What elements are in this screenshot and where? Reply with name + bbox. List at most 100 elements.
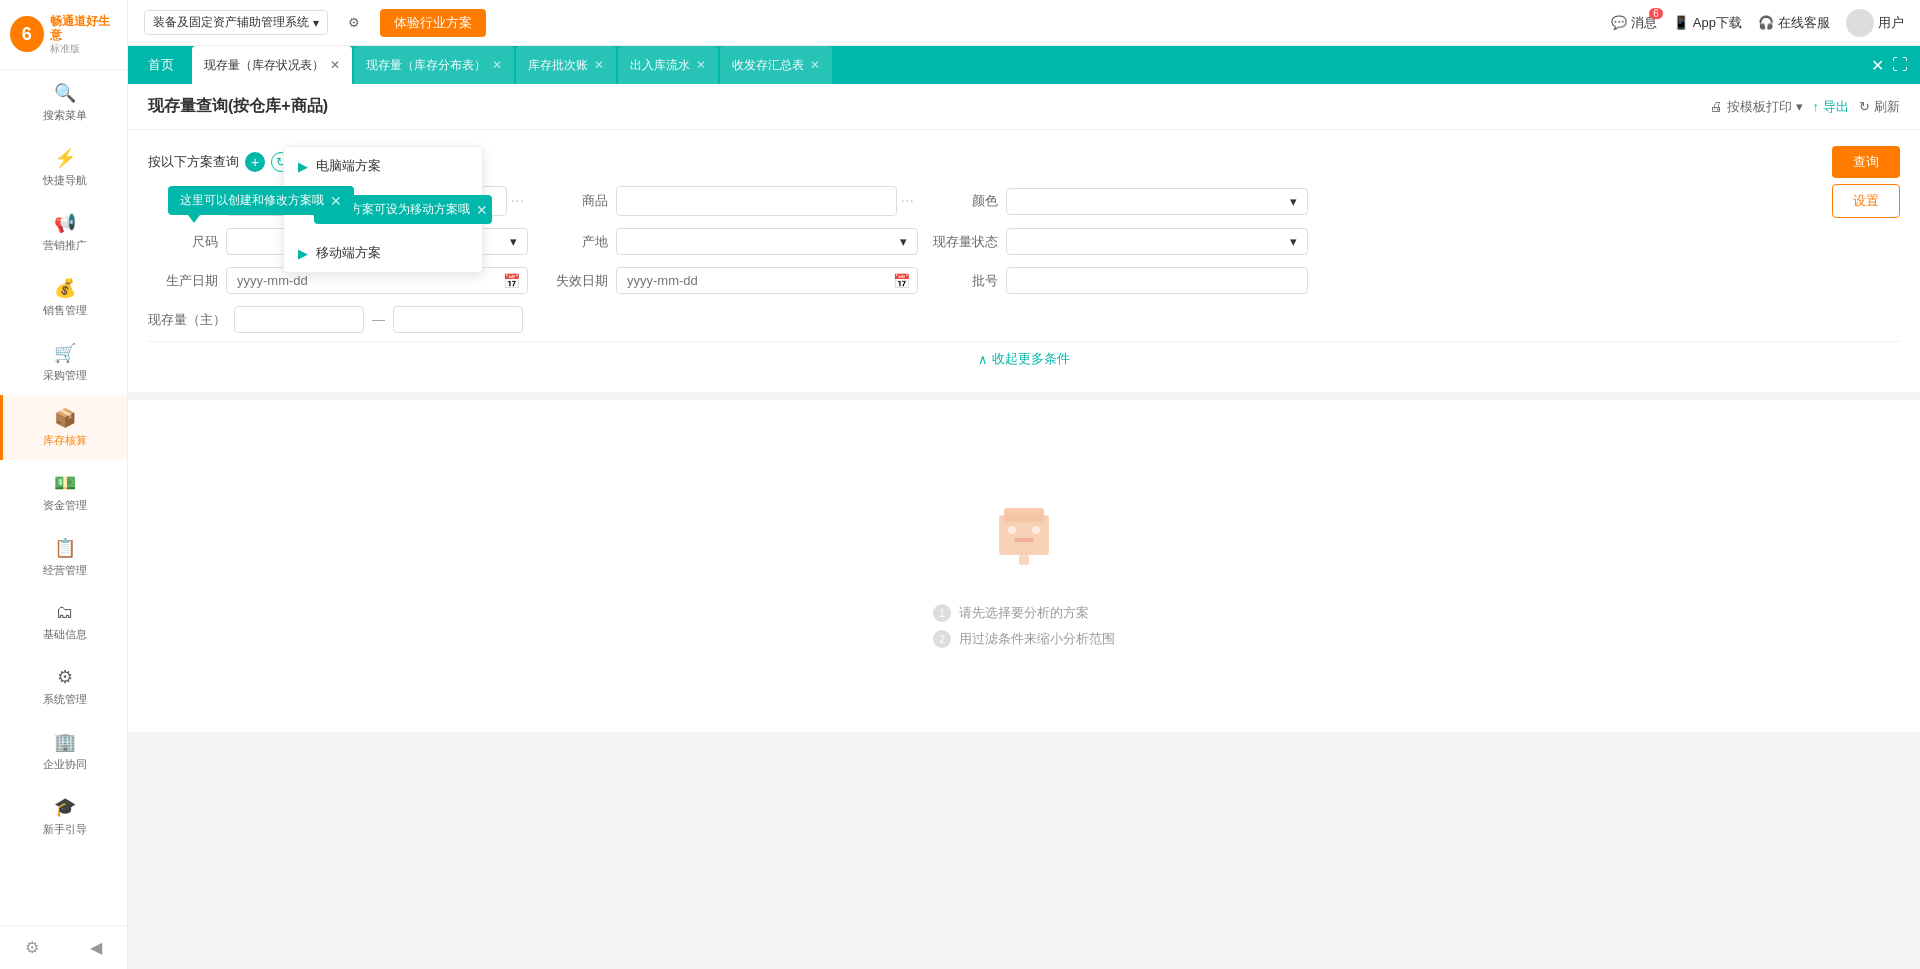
sidebar-label-enterprise: 企业协同: [43, 757, 87, 772]
online-service-area[interactable]: 🎧 在线客服: [1758, 14, 1830, 32]
tab-collect-summary[interactable]: 收发存汇总表 ✕: [720, 46, 832, 84]
empty-tip-1: 请先选择要分析的方案: [959, 600, 1089, 626]
sidebar-item-quicknav[interactable]: ⚡ 快捷导航: [0, 135, 127, 200]
expiry-date-input[interactable]: [616, 267, 918, 294]
sidebar-item-operations[interactable]: 📋 经营管理: [0, 525, 127, 590]
field-stock-status: 现存量状态 ▾: [928, 228, 1308, 255]
scheme-desktop-label: 电脑端方案: [316, 157, 381, 175]
tab-inventory-dist[interactable]: 现存量（库存分布表） ✕: [354, 46, 514, 84]
settings-button[interactable]: ⚙: [340, 9, 368, 37]
header-right: 💬 消息 6 📱 App下载 🎧 在线客服 用户: [1611, 9, 1904, 37]
production-date-label: 生产日期: [148, 272, 218, 290]
tab-label-inventory-status: 现存量（库存状况表）: [204, 57, 324, 74]
stock-status-select[interactable]: ▾: [1006, 228, 1308, 255]
field-origin: 产地 ▾: [538, 228, 918, 255]
user-area[interactable]: 用户: [1846, 9, 1904, 37]
warehouse-more-icon[interactable]: ···: [507, 192, 528, 210]
export-button[interactable]: ↑ 导出: [1813, 98, 1850, 116]
collapse-sidebar-btn[interactable]: ◀: [90, 938, 102, 957]
system-selector[interactable]: 装备及固定资产辅助管理系统 ▾: [144, 10, 328, 35]
settings-bottom-btn[interactable]: ⚙: [25, 938, 39, 957]
sidebar-label-inventory: 库存核算: [43, 433, 87, 448]
sidebar-item-inventory[interactable]: 📦 库存核算: [0, 395, 127, 460]
sidebar-item-marketing[interactable]: 📢 营销推广: [0, 200, 127, 265]
color-select[interactable]: ▾: [1006, 188, 1308, 215]
tab-close-all-btn[interactable]: ✕: [1871, 56, 1884, 75]
batch-no-input[interactable]: [1006, 267, 1308, 294]
reset-button[interactable]: 设置: [1832, 184, 1900, 218]
tab-inventory-status[interactable]: 现存量（库存状况表） ✕: [192, 46, 352, 84]
tab-label-collect-summary: 收发存汇总表: [732, 57, 804, 74]
sidebar-item-search[interactable]: 🔍 搜索菜单: [0, 70, 127, 135]
scheme-mobile-label: 移动端方案: [316, 244, 381, 262]
search-btn-area: 查询 设置: [1832, 146, 1900, 218]
expiry-date-label: 失效日期: [538, 272, 608, 290]
collapse-button[interactable]: ∧ 收起更多条件: [148, 341, 1900, 376]
message-badge: 6: [1649, 8, 1663, 19]
sidebar-nav: 🔍 搜索菜单 ⚡ 快捷导航 📢 营销推广 💰 销售管理 🛒 采购管理 📦 库存核…: [0, 70, 127, 925]
tab-home[interactable]: 首页: [132, 46, 190, 84]
refresh-label: 刷新: [1874, 98, 1900, 116]
logo-line1: 畅通道好生意: [50, 14, 117, 43]
sidebar-label-quicknav: 快捷导航: [43, 173, 87, 188]
user-avatar: [1846, 9, 1874, 37]
app-download-label: App下载: [1693, 14, 1742, 32]
tab-close-in-out-flow[interactable]: ✕: [696, 58, 706, 72]
tab-close-inventory-dist[interactable]: ✕: [492, 58, 502, 72]
origin-select[interactable]: ▾: [616, 228, 918, 255]
tab-close-batch-ledger[interactable]: ✕: [594, 58, 604, 72]
filter-section: 按以下方案查询 + ↻ ← ▶ 电脑端方案 电脑方案可设为移动方案哦 ✕: [128, 130, 1920, 392]
experience-button[interactable]: 体验行业方案: [380, 9, 486, 37]
sidebar-item-basic[interactable]: 🗂 基础信息: [0, 590, 127, 654]
refresh-button[interactable]: ↻ 刷新: [1859, 98, 1900, 116]
sidebar-item-finance[interactable]: 💵 资金管理: [0, 460, 127, 525]
search-icon: 🔍: [54, 82, 76, 104]
search-button[interactable]: 查询: [1832, 146, 1900, 178]
field-stock-qty: 现存量（主） —: [148, 306, 528, 333]
tooltip-create: 这里可以创建和修改方案哦 ✕: [168, 186, 354, 215]
sidebar-item-enterprise[interactable]: 🏢 企业协同: [0, 719, 127, 784]
tab-close-collect-summary[interactable]: ✕: [810, 58, 820, 72]
header-left: 装备及固定资产辅助管理系统 ▾ ⚙ 体验行业方案: [144, 9, 486, 37]
origin-label: 产地: [538, 233, 608, 251]
size-label: 尺码: [148, 233, 218, 251]
field-expiry-date: 失效日期 📅: [538, 267, 918, 294]
system-icon: ⚙: [57, 666, 73, 688]
tooltip-create-close[interactable]: ✕: [330, 193, 342, 209]
goods-more-icon[interactable]: ···: [897, 192, 918, 210]
message-area[interactable]: 💬 消息 6: [1611, 14, 1657, 32]
scheme-item-mobile[interactable]: ▶ 移动端方案: [284, 234, 482, 272]
marketing-icon: 📢: [54, 212, 76, 234]
tab-batch-ledger[interactable]: 库存批次账 ✕: [516, 46, 616, 84]
goods-input-area[interactable]: [616, 186, 897, 216]
sidebar-item-sales[interactable]: 💰 销售管理: [0, 265, 127, 330]
tab-in-out-flow[interactable]: 出入库流水 ✕: [618, 46, 718, 84]
purchase-icon: 🛒: [54, 342, 76, 364]
sidebar-item-system[interactable]: ⚙ 系统管理: [0, 654, 127, 719]
calendar-icon-expiry[interactable]: 📅: [893, 273, 910, 289]
sidebar-bottom: ⚙ ◀: [0, 925, 127, 969]
svg-rect-4: [1014, 538, 1034, 542]
scheme-item-desktop[interactable]: ▶ 电脑端方案: [284, 147, 482, 185]
tabs-bar: 首页 现存量（库存状况表） ✕ 现存量（库存分布表） ✕ 库存批次账 ✕ 出入库…: [128, 46, 1920, 84]
tab-close-inventory-status[interactable]: ✕: [330, 58, 340, 72]
sidebar-label-operations: 经营管理: [43, 563, 87, 578]
tab-fullscreen-btn[interactable]: ⛶: [1892, 56, 1908, 74]
sidebar-label-marketing: 营销推广: [43, 238, 87, 253]
stock-qty-from[interactable]: [234, 306, 364, 333]
filter-add-button[interactable]: +: [245, 152, 265, 172]
guide-icon: 🎓: [54, 796, 76, 818]
expiry-date-wrap: 📅: [616, 267, 918, 294]
sidebar-item-purchase[interactable]: 🛒 采购管理: [0, 330, 127, 395]
template-print-button[interactable]: 🖨 按模板打印 ▾: [1710, 98, 1803, 116]
svg-point-3: [1032, 526, 1040, 534]
app-download-area[interactable]: 📱 App下载: [1673, 14, 1742, 32]
stock-qty-to[interactable]: [393, 306, 523, 333]
sidebar-item-guide[interactable]: 🎓 新手引导: [0, 784, 127, 849]
template-print-label: 按模板打印: [1727, 98, 1792, 116]
tooltip-scheme-close[interactable]: ✕: [476, 202, 488, 218]
batch-no-label: 批号: [928, 272, 998, 290]
inventory-icon: 📦: [54, 407, 76, 429]
calendar-icon-production[interactable]: 📅: [503, 273, 520, 289]
system-name: 装备及固定资产辅助管理系统: [153, 14, 309, 31]
